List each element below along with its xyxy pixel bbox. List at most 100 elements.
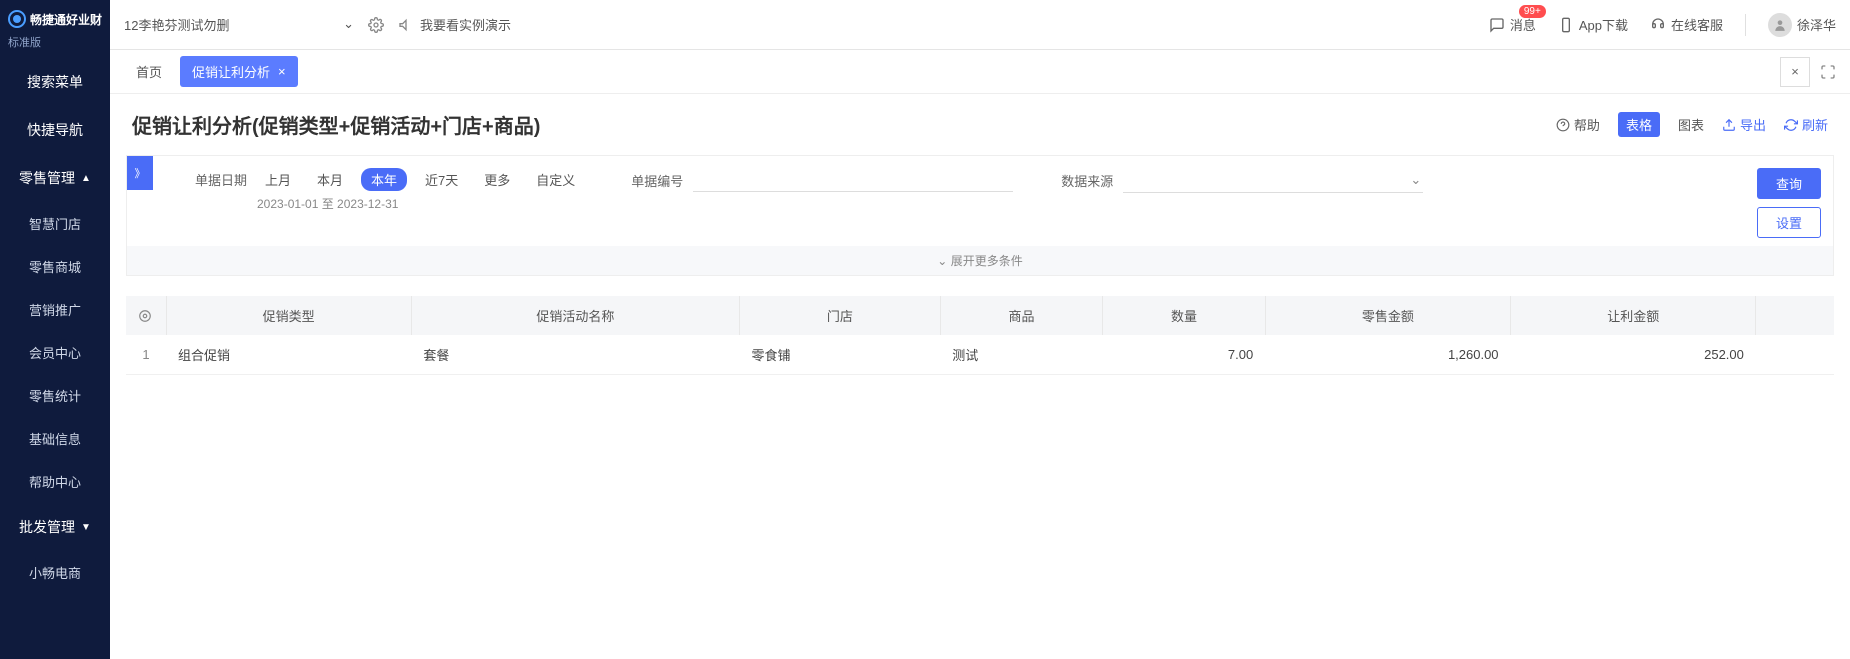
brand-name: 畅捷通好业财: [30, 11, 102, 28]
row-index: 1: [126, 335, 166, 375]
expand-label: 展开更多条件: [951, 254, 1023, 268]
phone-icon: [1558, 17, 1574, 33]
demo-link[interactable]: 我要看实例演示: [398, 15, 511, 34]
expand-filters-button[interactable]: ⌄ 展开更多条件: [127, 246, 1833, 275]
col-qty[interactable]: 数量: [1103, 296, 1266, 335]
source-label: 数据来源: [1053, 171, 1113, 190]
settings-button[interactable]: 设置: [1757, 207, 1821, 238]
sidebar-group-wholesale[interactable]: 批发管理 ▼: [0, 503, 110, 551]
chip-more[interactable]: 更多: [476, 168, 518, 191]
sidebar-item-member[interactable]: 会员中心: [0, 331, 110, 374]
divider: [1745, 14, 1746, 36]
avatar-icon: [1768, 13, 1792, 37]
col-spacer: [1756, 296, 1834, 335]
logo: 畅捷通好业财: [0, 0, 110, 34]
help-icon: [1556, 118, 1570, 132]
export-icon: [1722, 118, 1736, 132]
messages-button[interactable]: 消息 99+: [1489, 15, 1536, 34]
page-header: 促销让利分析(促销类型+促销活动+门店+商品) 帮助 表格 图表 导出 刷新: [110, 94, 1850, 155]
cell-type: 组合促销: [166, 335, 411, 375]
tab-analysis[interactable]: 促销让利分析 ×: [180, 56, 298, 87]
refresh-button[interactable]: 刷新: [1784, 115, 1828, 134]
column-settings[interactable]: [126, 296, 166, 335]
chip-thisyear[interactable]: 本年: [361, 168, 407, 191]
tabs: 首页 促销让利分析 × ×: [110, 50, 1850, 94]
message-icon: [1489, 17, 1505, 33]
docno-label: 单据编号: [623, 171, 683, 190]
col-activity[interactable]: 促销活动名称: [411, 296, 739, 335]
view-chart-button[interactable]: 图表: [1678, 115, 1704, 134]
messages-badge: 99+: [1519, 5, 1546, 18]
sidebar-group-retail[interactable]: 零售管理 ▲: [0, 154, 110, 202]
sidebar-item-stats[interactable]: 零售统计: [0, 374, 110, 417]
sidebar-quicknav[interactable]: 快捷导航: [0, 106, 110, 154]
demo-label: 我要看实例演示: [420, 15, 511, 34]
chip-7days[interactable]: 近7天: [417, 168, 466, 191]
gear-icon: [138, 309, 152, 323]
col-sales[interactable]: 零售金额: [1265, 296, 1510, 335]
chip-thismonth[interactable]: 本月: [309, 168, 351, 191]
user-menu[interactable]: 徐泽华: [1768, 13, 1836, 37]
refresh-icon: [1784, 118, 1798, 132]
view-table-button[interactable]: 表格: [1618, 112, 1660, 137]
service-button[interactable]: 在线客服: [1650, 15, 1723, 34]
sidebar-item-mall[interactable]: 零售商城: [0, 245, 110, 288]
docno-input[interactable]: [693, 168, 1013, 192]
user-name: 徐泽华: [1797, 15, 1836, 34]
cell-product: 测试: [940, 335, 1103, 375]
caret-up-icon: ▲: [81, 173, 91, 184]
chevron-down-icon: ⌄: [937, 254, 950, 268]
org-selector[interactable]: 12李艳芬测试勿删 ⌄: [124, 15, 354, 35]
download-button[interactable]: App下载: [1558, 15, 1628, 34]
chevron-down-icon: ⌄: [1410, 172, 1421, 188]
collapse-filters-button[interactable]: 》: [127, 156, 153, 190]
export-label: 导出: [1740, 115, 1766, 134]
sidebar-search[interactable]: 搜索菜单: [0, 58, 110, 106]
help-button[interactable]: 帮助: [1556, 115, 1600, 134]
chevron-down-icon: ⌄: [343, 16, 354, 32]
col-discount[interactable]: 让利金额: [1511, 296, 1756, 335]
table-header-row: 促销类型 促销活动名称 门店 商品 数量 零售金额 让利金额: [126, 296, 1834, 335]
cell-discount: 252.00: [1511, 335, 1756, 375]
col-product[interactable]: 商品: [940, 296, 1103, 335]
tab-home[interactable]: 首页: [124, 56, 174, 87]
sidebar-item-marketing[interactable]: 营销推广: [0, 288, 110, 331]
fullscreen-icon[interactable]: [1820, 64, 1836, 80]
col-store[interactable]: 门店: [739, 296, 940, 335]
query-button[interactable]: 查询: [1757, 168, 1821, 199]
source-select[interactable]: ⌄: [1123, 168, 1423, 193]
page-title: 促销让利分析(促销类型+促销活动+门店+商品): [132, 110, 540, 139]
logo-icon: [8, 10, 26, 28]
date-range-text: 2023-01-01 至 2023-12-31: [187, 195, 583, 212]
sidebar: 畅捷通好业财 标准版 搜索菜单 快捷导航 零售管理 ▲ 智慧门店 零售商城 营销…: [0, 0, 110, 659]
col-type[interactable]: 促销类型: [166, 296, 411, 335]
help-label: 帮助: [1574, 115, 1600, 134]
refresh-label: 刷新: [1802, 115, 1828, 134]
export-button[interactable]: 导出: [1722, 115, 1766, 134]
sidebar-group-label: 批发管理: [19, 517, 75, 537]
data-table: 促销类型 促销活动名称 门店 商品 数量 零售金额 让利金额 1 组合促销 套: [126, 296, 1834, 375]
cell-store: 零食铺: [739, 335, 940, 375]
sidebar-item-smartstore[interactable]: 智慧门店: [0, 202, 110, 245]
close-all-button[interactable]: ×: [1780, 57, 1810, 87]
cell-activity: 套餐: [411, 335, 739, 375]
headset-icon: [1650, 17, 1666, 33]
download-label: App下载: [1579, 15, 1628, 34]
caret-down-icon: ▼: [81, 522, 91, 533]
cell-qty: 7.00: [1103, 335, 1266, 375]
gear-icon[interactable]: [368, 17, 384, 33]
date-label: 单据日期: [187, 170, 247, 189]
edition-label: 标准版: [0, 34, 110, 58]
chip-custom[interactable]: 自定义: [528, 168, 583, 191]
close-icon[interactable]: ×: [278, 64, 286, 79]
chip-lastmonth[interactable]: 上月: [257, 168, 299, 191]
sidebar-group-label: 零售管理: [19, 168, 75, 188]
sidebar-item-help[interactable]: 帮助中心: [0, 460, 110, 503]
filter-panel: 》 单据日期 上月 本月 本年 近7天 更多 自定义 2023-01-01 至 …: [126, 155, 1834, 276]
sidebar-item-baseinfo[interactable]: 基础信息: [0, 417, 110, 460]
speaker-icon: [398, 17, 414, 33]
cell-spacer: [1756, 335, 1834, 375]
table-row[interactable]: 1 组合促销 套餐 零食铺 测试 7.00 1,260.00 252.00: [126, 335, 1834, 375]
topbar: 12李艳芬测试勿删 ⌄ 我要看实例演示 消息 99+ App下载: [110, 0, 1850, 50]
sidebar-item-xiaochang[interactable]: 小畅电商: [0, 551, 110, 594]
